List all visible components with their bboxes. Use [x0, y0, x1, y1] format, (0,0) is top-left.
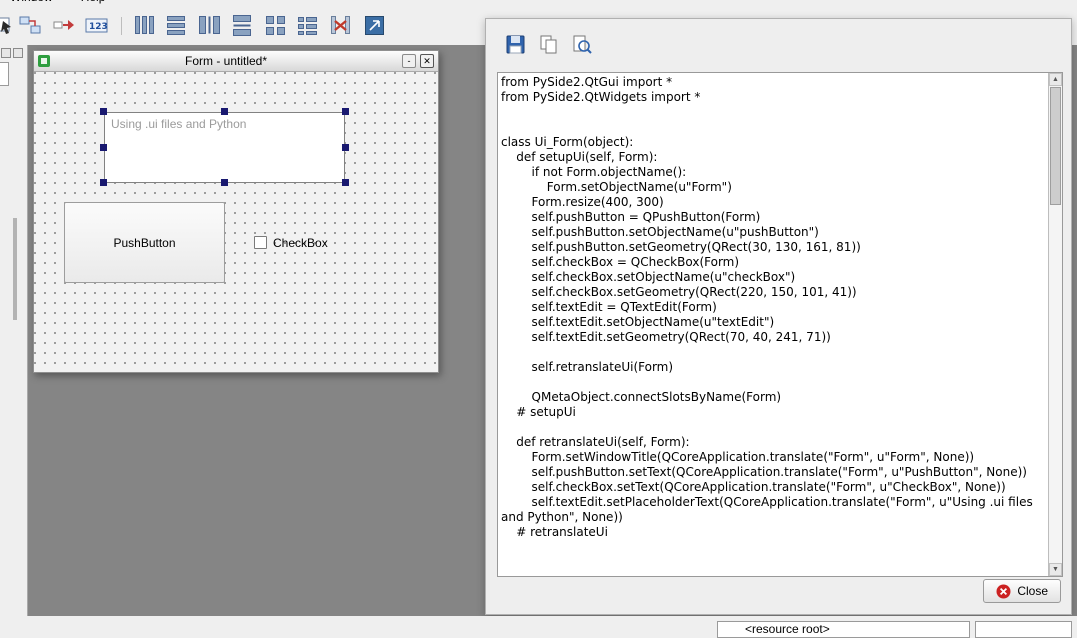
qt-designer-screen: Window Help 123	[0, 0, 1077, 638]
checkbox-indicator[interactable]	[254, 236, 267, 249]
pushbutton-label: PushButton	[113, 236, 175, 250]
code-preview-dialog: from PySide2.QtGui import * from PySide2…	[485, 18, 1072, 615]
layout-horizontal-icon[interactable]	[132, 13, 157, 38]
selection-handle[interactable]	[100, 179, 107, 186]
splitter-horizontal-icon[interactable]	[197, 13, 222, 38]
scroll-up-icon[interactable]: ▲	[1049, 73, 1062, 86]
menu-help[interactable]: Help	[77, 0, 110, 4]
selection-handle[interactable]	[342, 144, 349, 151]
edit-tab-order-icon[interactable]: 123	[84, 13, 109, 38]
selection-handle[interactable]	[221, 179, 228, 186]
svg-text:123: 123	[89, 22, 108, 32]
resource-detail-panel[interactable]	[975, 621, 1072, 638]
minimize-button[interactable]: -	[402, 54, 416, 68]
selection-handle[interactable]	[342, 179, 349, 186]
break-layout-icon[interactable]	[328, 13, 353, 38]
close-button[interactable]: Close	[983, 579, 1061, 603]
dock-scrollbar[interactable]	[13, 218, 17, 320]
form-close-button[interactable]: ✕	[420, 54, 434, 68]
selection-handle[interactable]	[221, 108, 228, 115]
form-designer-window: Form - untitled* - ✕ Using .ui files and…	[33, 50, 439, 373]
copy-icon[interactable]	[537, 33, 561, 57]
selection-handle[interactable]	[100, 144, 107, 151]
edit-widgets-icon[interactable]	[0, 13, 16, 38]
edit-signals-slots-icon[interactable]	[18, 13, 43, 38]
resource-root-item[interactable]: <resource root>	[745, 622, 830, 636]
scroll-down-icon[interactable]: ▼	[1049, 563, 1062, 576]
edit-buddies-icon[interactable]	[52, 13, 77, 38]
detach-icon[interactable]	[1, 48, 11, 58]
close-circle-icon	[996, 584, 1011, 599]
code-text[interactable]: from PySide2.QtGui import * from PySide2…	[501, 75, 1046, 574]
textedit-widget[interactable]: Using .ui files and Python	[104, 112, 345, 183]
bottom-dock: <resource root>	[0, 616, 1077, 638]
splitter-vertical-icon[interactable]	[230, 13, 255, 38]
code-editor[interactable]: from PySide2.QtGui import * from PySide2…	[497, 72, 1063, 577]
code-dialog-toolbar	[504, 33, 594, 57]
checkbox-label: CheckBox	[273, 236, 328, 250]
form-window-icon	[38, 55, 50, 67]
adjust-size-icon[interactable]	[362, 13, 387, 38]
form-canvas[interactable]: Using .ui files and Python PushButton Ch…	[34, 72, 438, 372]
form-window-title: Form - untitled*	[54, 54, 398, 68]
layout-form-icon[interactable]	[295, 13, 320, 38]
scrollbar-thumb[interactable]	[1050, 87, 1061, 205]
save-icon[interactable]	[504, 33, 528, 57]
checkbox-widget[interactable]: CheckBox	[254, 222, 355, 263]
layout-grid-icon[interactable]	[263, 13, 288, 38]
widget-box-dock-edge	[0, 45, 28, 616]
find-icon[interactable]	[570, 33, 594, 57]
resource-browser[interactable]: <resource root>	[717, 621, 970, 638]
menubar: Window Help	[6, 0, 109, 7]
widget-filter-input[interactable]	[0, 62, 9, 86]
vertical-scrollbar[interactable]: ▲ ▼	[1048, 73, 1062, 576]
textedit-placeholder: Using .ui files and Python	[105, 113, 344, 135]
menu-window[interactable]: Window	[6, 0, 57, 4]
selection-handle[interactable]	[342, 108, 349, 115]
selection-handle[interactable]	[100, 108, 107, 115]
close-icon[interactable]	[13, 48, 23, 58]
form-window-titlebar[interactable]: Form - untitled* - ✕	[34, 51, 438, 72]
close-button-label: Close	[1017, 584, 1048, 598]
toolbar-separator	[121, 17, 122, 35]
layout-vertical-icon[interactable]	[164, 13, 189, 38]
pushbutton-widget[interactable]: PushButton	[64, 202, 225, 283]
